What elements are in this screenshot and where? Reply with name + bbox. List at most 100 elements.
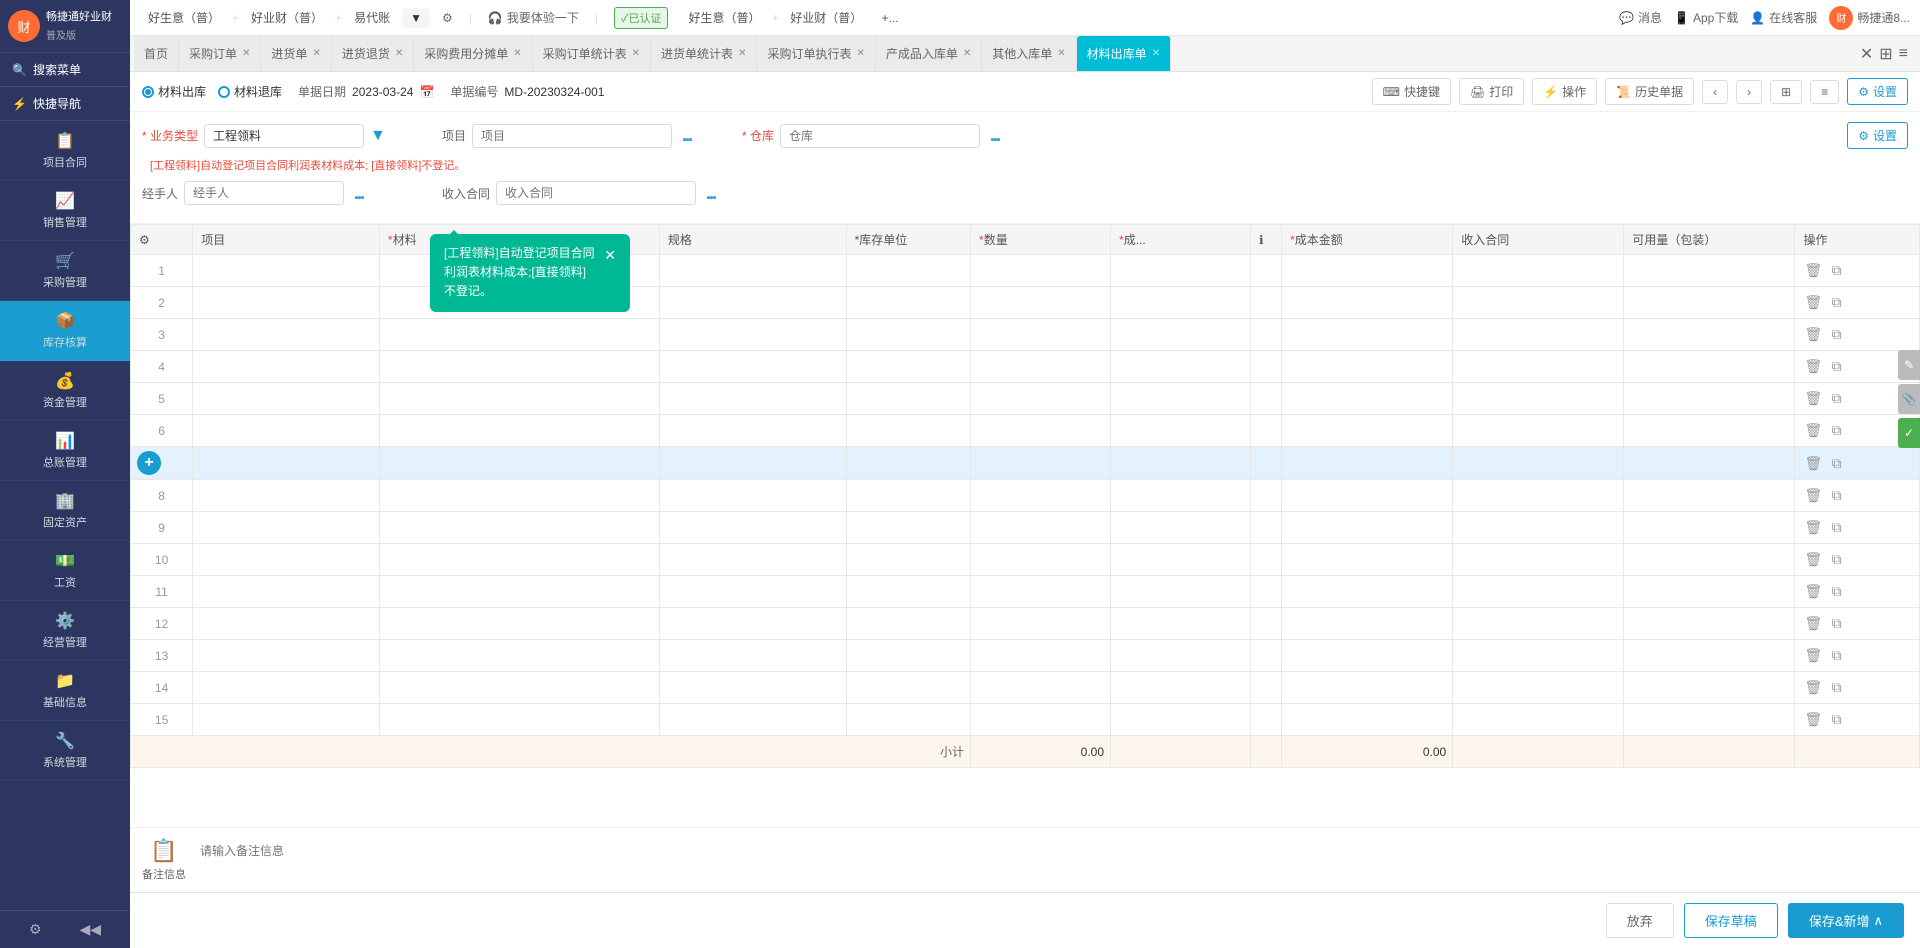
row-8-cost[interactable] — [1111, 480, 1251, 512]
sidebar-item-basic[interactable]: 📁 基础信息 — [0, 661, 130, 721]
tabbar-close-all[interactable]: ✕ — [1860, 44, 1873, 64]
sidebar-item-assets[interactable]: 🏢 固定资产 — [0, 481, 130, 541]
row-10-available[interactable] — [1624, 544, 1795, 576]
row-6-qty[interactable] — [971, 415, 1111, 447]
row-14-cost[interactable] — [1111, 672, 1251, 704]
sidebar-settings-btn[interactable]: ⚙ — [29, 921, 42, 938]
radio-material-return[interactable]: 材料退库 — [218, 83, 282, 100]
row-8-material[interactable] — [379, 480, 659, 512]
topbar-nav-good-biz2[interactable]: 好生意（普） — [680, 7, 768, 29]
sidebar-item-project[interactable]: 📋 项目合同 — [0, 121, 130, 181]
row-5-cost-amount[interactable] — [1282, 383, 1453, 415]
row-9-cost-amount[interactable] — [1282, 512, 1453, 544]
row-10-qty[interactable] — [971, 544, 1111, 576]
row-8-qty[interactable] — [971, 480, 1111, 512]
tab-home[interactable]: 首页 — [134, 36, 179, 71]
row-15-revenue[interactable] — [1453, 704, 1624, 736]
nav-prev-btn[interactable]: ‹ — [1702, 80, 1728, 104]
tab-goods-stats[interactable]: 进货单统计表 ✕ — [651, 36, 757, 71]
print-btn[interactable]: 🖨 打印 — [1459, 78, 1524, 105]
form-settings-btn[interactable]: ⚙ 设置 — [1847, 122, 1908, 149]
row-13-delete-icon[interactable]: 🗑 — [1804, 647, 1822, 663]
row-12-spec[interactable] — [659, 608, 846, 640]
row-10-copy-icon[interactable]: ⧉ — [1832, 551, 1842, 567]
row-5-spec[interactable] — [659, 383, 846, 415]
row-10-project[interactable] — [193, 544, 380, 576]
tab-goods-return[interactable]: 进货退货 ✕ — [332, 36, 414, 71]
row-12-material[interactable] — [379, 608, 659, 640]
row-11-copy-icon[interactable]: ⧉ — [1832, 583, 1842, 599]
row-3-available[interactable] — [1624, 319, 1795, 351]
row-13-copy-icon[interactable]: ⧉ — [1832, 647, 1842, 663]
row-5-delete-icon[interactable]: 🗑 — [1804, 390, 1822, 406]
row-4-revenue[interactable] — [1453, 351, 1624, 383]
tab-material-out[interactable]: 材料出库单 ✕ — [1077, 36, 1171, 71]
table-settings-icon[interactable]: ⚙ — [139, 233, 150, 247]
tab-goods-receipt-close[interactable]: ✕ — [312, 48, 320, 59]
row-10-material[interactable] — [379, 544, 659, 576]
revenue-contract-ellipsis[interactable]: ... — [706, 183, 715, 204]
row-1-qty[interactable] — [971, 255, 1111, 287]
row-2-cost-amount[interactable] — [1282, 287, 1453, 319]
row-8-available[interactable] — [1624, 480, 1795, 512]
row-9-unit[interactable] — [846, 512, 970, 544]
tab-purchase-order-close[interactable]: ✕ — [242, 48, 250, 59]
row-8-delete-icon[interactable]: 🗑 — [1804, 487, 1822, 503]
row-5-cost[interactable] — [1111, 383, 1251, 415]
row-6-project[interactable] — [193, 415, 380, 447]
row-4-available[interactable] — [1624, 351, 1795, 383]
row-13-qty[interactable] — [971, 640, 1111, 672]
row-2-spec[interactable] — [659, 287, 846, 319]
row-8-cost-amount[interactable] — [1282, 480, 1453, 512]
tab-finished-goods-close[interactable]: ✕ — [963, 48, 971, 59]
row-3-cost[interactable] — [1111, 319, 1251, 351]
row-4-material[interactable] — [379, 351, 659, 383]
row-7-cost-amount[interactable] — [1282, 447, 1453, 480]
row-2-revenue[interactable] — [1453, 287, 1624, 319]
row-2-unit[interactable] — [846, 287, 970, 319]
row-13-project[interactable] — [193, 640, 380, 672]
row-3-cost-amount[interactable] — [1282, 319, 1453, 351]
row-7-material[interactable] — [379, 447, 659, 480]
row-2-delete-icon[interactable]: 🗑 — [1804, 294, 1822, 310]
row-6-available[interactable] — [1624, 415, 1795, 447]
row-5-available[interactable] — [1624, 383, 1795, 415]
row-2-copy-icon[interactable]: ⧉ — [1832, 294, 1842, 310]
handler-input[interactable] — [184, 181, 344, 205]
row-15-cost[interactable] — [1111, 704, 1251, 736]
topbar-nav-good-wealth[interactable]: 好业财（普） — [243, 5, 331, 30]
row-12-unit[interactable] — [846, 608, 970, 640]
row-1-copy-icon[interactable]: ⧉ — [1832, 262, 1842, 278]
row-1-project[interactable] — [193, 255, 380, 287]
row-8-spec[interactable] — [659, 480, 846, 512]
row-5-copy-icon[interactable]: ⧉ — [1832, 390, 1842, 406]
row-12-qty[interactable] — [971, 608, 1111, 640]
sidebar-search[interactable]: 🔍 搜索菜单 — [0, 53, 130, 87]
tabbar-grid-view[interactable]: ⊞ — [1879, 44, 1892, 64]
row-7-project-input[interactable] — [199, 456, 373, 470]
row-13-spec[interactable] — [659, 640, 846, 672]
biz-type-input[interactable] — [204, 124, 364, 148]
sidebar-item-inventory[interactable]: 📦 库存核算 — [0, 301, 130, 361]
calendar-icon[interactable]: 📅 — [419, 85, 434, 99]
row-6-revenue[interactable] — [1453, 415, 1624, 447]
row-12-delete-icon[interactable]: 🗑 — [1804, 615, 1822, 631]
row-15-project[interactable] — [193, 704, 380, 736]
row-3-revenue[interactable] — [1453, 319, 1624, 351]
row-10-revenue[interactable] — [1453, 544, 1624, 576]
sidebar-collapse-btn[interactable]: ◀◀ — [79, 921, 101, 938]
row-8-revenue[interactable] — [1453, 480, 1624, 512]
sidebar-item-operations[interactable]: ⚙️ 经营管理 — [0, 601, 130, 661]
row-3-project[interactable] — [193, 319, 380, 351]
row-8-copy-icon[interactable]: ⧉ — [1832, 487, 1842, 503]
tab-goods-return-close[interactable]: ✕ — [395, 48, 403, 59]
biz-type-dropdown-icon[interactable]: ▼ — [370, 127, 386, 145]
row-1-spec[interactable] — [659, 255, 846, 287]
shortcuts-btn[interactable]: ⌨ 快捷键 — [1372, 78, 1451, 105]
nav-next-btn[interactable]: › — [1736, 80, 1762, 104]
row-8-unit[interactable] — [846, 480, 970, 512]
row-7-cost[interactable] — [1111, 447, 1251, 480]
sidebar-item-accounting[interactable]: 📊 总账管理 — [0, 421, 130, 481]
sidebar-item-purchase[interactable]: 🛒 采购管理 — [0, 241, 130, 301]
row-12-revenue[interactable] — [1453, 608, 1624, 640]
